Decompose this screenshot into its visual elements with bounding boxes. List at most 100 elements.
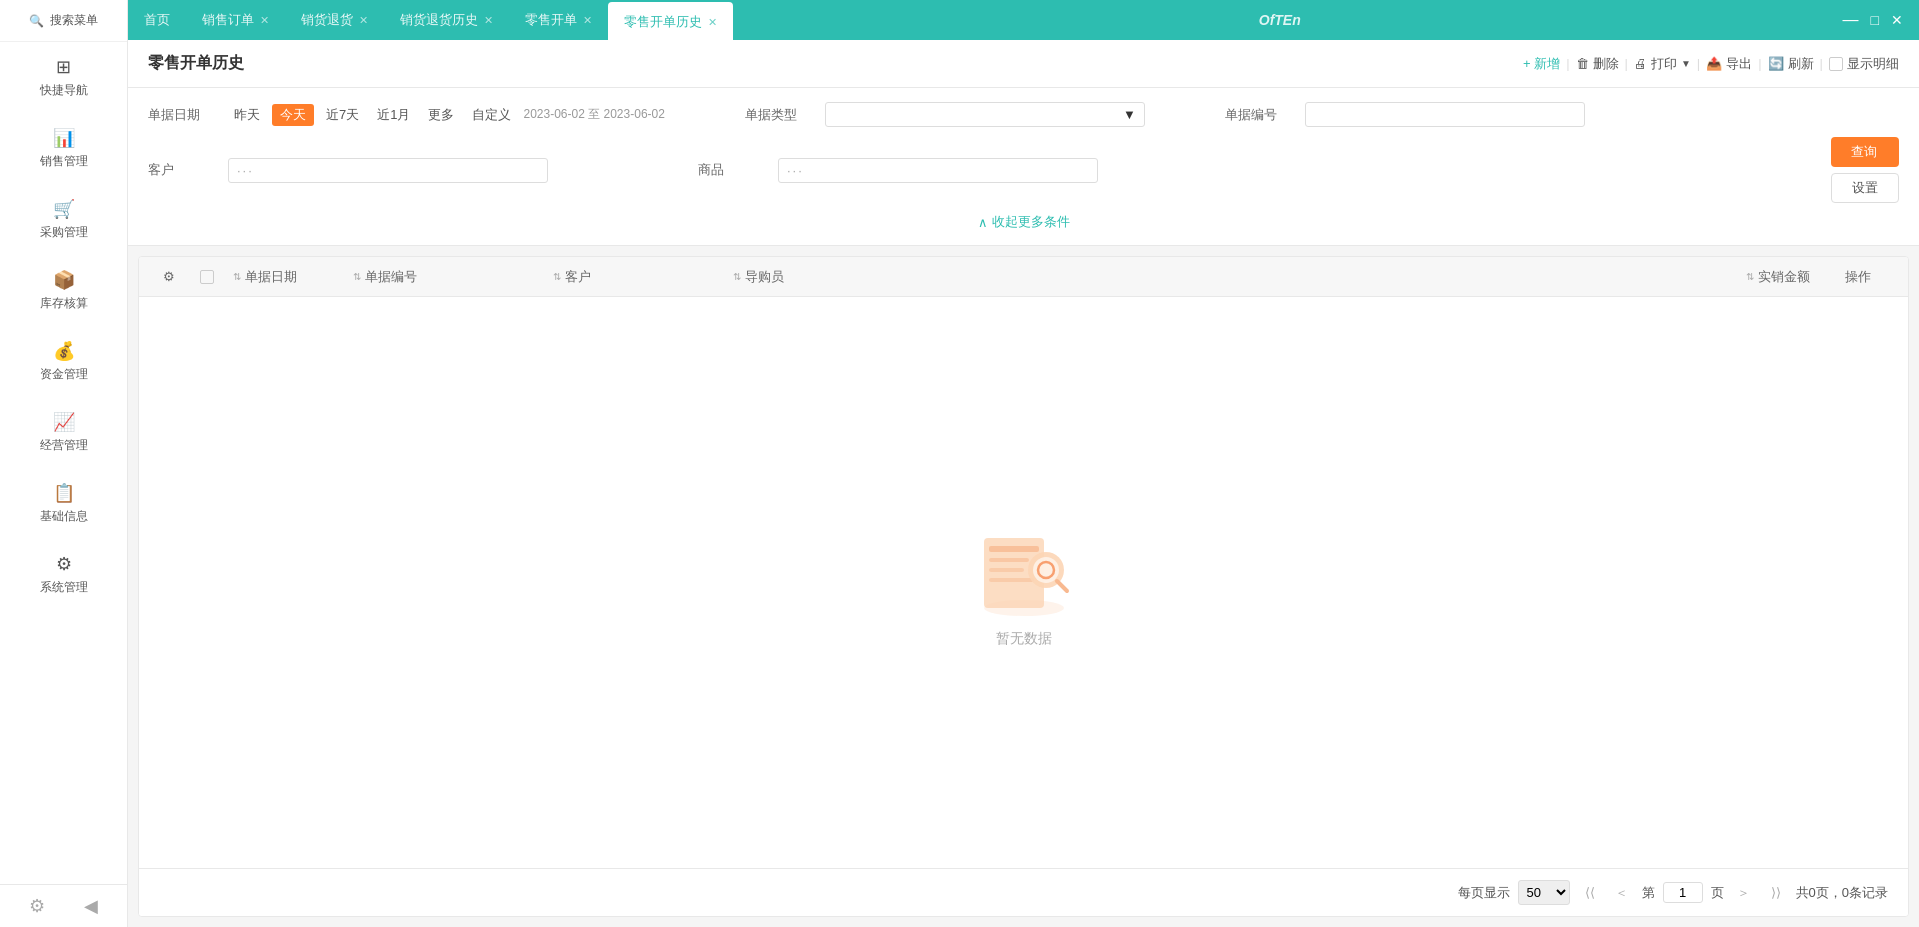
show-detail-toggle[interactable]: 显示明细 bbox=[1829, 55, 1899, 73]
close-button[interactable]: ✕ bbox=[1891, 12, 1903, 28]
doc-no-label: 单据编号 bbox=[1225, 106, 1285, 124]
tabs-bar: 首页 销售订单 ✕ 销货退货 ✕ 销货退货历史 ✕ 零售开单 ✕ 零售开单历史 … bbox=[128, 0, 1919, 40]
svg-rect-4 bbox=[989, 568, 1024, 572]
export-button[interactable]: 📤 导出 bbox=[1706, 55, 1752, 73]
settings-button[interactable]: 设置 bbox=[1831, 173, 1899, 203]
date-opt-last7[interactable]: 近7天 bbox=[320, 104, 365, 126]
per-page-label: 每页显示 bbox=[1458, 884, 1510, 902]
settings-bottom-icon[interactable]: ⚙ bbox=[29, 895, 45, 917]
th-checkbox[interactable] bbox=[189, 270, 225, 284]
tab-sales-order[interactable]: 销售订单 ✕ bbox=[186, 0, 285, 40]
sidebar-item-inventory[interactable]: 📦 库存核算 bbox=[0, 255, 127, 326]
print-icon: 🖨 bbox=[1634, 56, 1647, 71]
operation-icon: 📈 bbox=[53, 411, 75, 433]
goods-label: 商品 bbox=[698, 161, 758, 179]
data-table: ⚙ ⇅ 单据日期 ⇅ 单据编号 ⇅ 客户 ⇅ bbox=[138, 256, 1909, 917]
empty-text: 暂无数据 bbox=[996, 630, 1052, 648]
maximize-button[interactable]: □ bbox=[1871, 12, 1879, 28]
table-settings-icon[interactable]: ⚙ bbox=[163, 269, 175, 284]
page-suffix: 页 bbox=[1711, 884, 1724, 902]
print-button[interactable]: 🖨 打印 ▼ bbox=[1634, 55, 1691, 73]
first-page-button[interactable]: ⟨⟨ bbox=[1578, 881, 1602, 905]
query-button[interactable]: 查询 bbox=[1831, 137, 1899, 167]
tab-retail-open-history[interactable]: 零售开单历史 ✕ bbox=[608, 2, 733, 42]
last-page-button[interactable]: ⟩⟩ bbox=[1764, 881, 1788, 905]
svg-rect-3 bbox=[989, 558, 1029, 562]
next-page-button[interactable]: ＞ bbox=[1732, 881, 1756, 905]
date-opt-custom[interactable]: 自定义 bbox=[466, 104, 517, 126]
checkbox-show-detail[interactable] bbox=[1829, 57, 1843, 71]
date-opt-yesterday[interactable]: 昨天 bbox=[228, 104, 266, 126]
th-date[interactable]: ⇅ 单据日期 bbox=[225, 268, 345, 286]
tab-home[interactable]: 首页 bbox=[128, 0, 186, 40]
sidebar: 🔍 搜索菜单 ⊞ 快捷导航 📊 销售管理 🛒 采购管理 📦 库存核算 💰 资金管… bbox=[0, 0, 128, 927]
sidebar-item-label: 基础信息 bbox=[40, 508, 88, 525]
doc-type-label: 单据类型 bbox=[745, 106, 805, 124]
tab-sales-return[interactable]: 销货退货 ✕ bbox=[285, 0, 384, 40]
refresh-button[interactable]: 🔄 刷新 bbox=[1768, 55, 1814, 73]
tab-sales-return-history[interactable]: 销货退货历史 ✕ bbox=[384, 0, 509, 40]
per-page-select[interactable]: 50 20 100 bbox=[1518, 880, 1570, 905]
tab-sales-order-close[interactable]: ✕ bbox=[260, 14, 269, 27]
select-all-checkbox[interactable] bbox=[200, 270, 214, 284]
tab-home-label: 首页 bbox=[144, 11, 170, 29]
doc-no-input[interactable] bbox=[1305, 102, 1585, 127]
tab-retail-open[interactable]: 零售开单 ✕ bbox=[509, 0, 608, 40]
goods-select[interactable]: ··· bbox=[778, 158, 1098, 183]
sort-icon: ⇅ bbox=[353, 271, 361, 282]
sort-icon: ⇅ bbox=[553, 271, 561, 282]
delete-button[interactable]: 🗑 删除 bbox=[1576, 55, 1619, 73]
doc-type-select[interactable]: ▼ bbox=[825, 102, 1145, 127]
th-customer[interactable]: ⇅ 客户 bbox=[545, 268, 725, 286]
date-opt-last1month[interactable]: 近1月 bbox=[371, 104, 416, 126]
th-settings[interactable]: ⚙ bbox=[149, 269, 189, 284]
sidebar-item-basic-info[interactable]: 📋 基础信息 bbox=[0, 468, 127, 539]
sidebar-item-label: 资金管理 bbox=[40, 366, 88, 383]
collapse-sidebar-icon[interactable]: ◀ bbox=[84, 895, 98, 917]
query-settings-group: 查询 设置 bbox=[1831, 137, 1899, 203]
inventory-icon: 📦 bbox=[53, 269, 75, 291]
collapse-filter-button[interactable]: ∧ 收起更多条件 bbox=[148, 213, 1899, 231]
add-button[interactable]: + 新增 bbox=[1523, 55, 1560, 73]
th-no[interactable]: ⇅ 单据编号 bbox=[345, 268, 545, 286]
sys-icon: ⚙ bbox=[56, 553, 72, 575]
main-area: 首页 销售订单 ✕ 销货退货 ✕ 销货退货历史 ✕ 零售开单 ✕ 零售开单历史 … bbox=[128, 0, 1919, 927]
prev-page-button[interactable]: ＜ bbox=[1610, 881, 1634, 905]
th-amount[interactable]: ⇅ 实销金额 bbox=[1698, 268, 1818, 286]
svg-line-8 bbox=[1057, 581, 1067, 591]
tab-sales-return-history-close[interactable]: ✕ bbox=[484, 14, 493, 27]
sidebar-item-label: 经营管理 bbox=[40, 437, 88, 454]
tab-sales-return-close[interactable]: ✕ bbox=[359, 14, 368, 27]
page-number-input[interactable]: 1 bbox=[1663, 882, 1703, 903]
sidebar-search[interactable]: 🔍 搜索菜单 bbox=[0, 0, 127, 42]
empty-state: 暂无数据 bbox=[139, 297, 1908, 868]
basic-info-icon: 📋 bbox=[53, 482, 75, 504]
sidebar-item-operation[interactable]: 📈 经营管理 bbox=[0, 397, 127, 468]
customer-dots: ··· bbox=[237, 163, 254, 178]
brand-label: OfTEn bbox=[1259, 12, 1301, 28]
table-header: ⚙ ⇅ 单据日期 ⇅ 单据编号 ⇅ 客户 ⇅ bbox=[139, 257, 1908, 297]
tab-sales-return-label: 销货退货 bbox=[301, 11, 353, 29]
filter-row-1: 单据日期 昨天 今天 近7天 近1月 更多 自定义 2023-06-02 至 2… bbox=[148, 102, 1899, 127]
customer-select[interactable]: ··· bbox=[228, 158, 548, 183]
date-opt-more[interactable]: 更多 bbox=[422, 104, 460, 126]
sidebar-item-sys-mgmt[interactable]: ⚙ 系统管理 bbox=[0, 539, 127, 610]
minimize-button[interactable]: — bbox=[1843, 11, 1859, 29]
sales-icon: 📊 bbox=[53, 127, 75, 149]
tab-retail-open-close[interactable]: ✕ bbox=[583, 14, 592, 27]
refresh-icon: 🔄 bbox=[1768, 56, 1784, 71]
sidebar-item-sales-mgmt[interactable]: 📊 销售管理 bbox=[0, 113, 127, 184]
date-options: 昨天 今天 近7天 近1月 更多 自定义 2023-06-02 至 2023-0… bbox=[228, 104, 665, 126]
page-label: 第 bbox=[1642, 884, 1655, 902]
sidebar-item-quick-nav[interactable]: ⊞ 快捷导航 bbox=[0, 42, 127, 113]
date-opt-today[interactable]: 今天 bbox=[272, 104, 314, 126]
empty-illustration bbox=[964, 518, 1084, 618]
sidebar-item-finance[interactable]: 💰 资金管理 bbox=[0, 326, 127, 397]
sidebar-item-purchase-mgmt[interactable]: 🛒 采购管理 bbox=[0, 184, 127, 255]
sidebar-item-label: 快捷导航 bbox=[40, 82, 88, 99]
th-salesman[interactable]: ⇅ 导购员 bbox=[725, 268, 1698, 286]
dropdown-icon: ▼ bbox=[1123, 107, 1136, 122]
sidebar-bottom: ⚙ ◀ bbox=[0, 884, 127, 927]
tab-retail-open-history-close[interactable]: ✕ bbox=[708, 16, 717, 29]
quick-nav-icon: ⊞ bbox=[56, 56, 71, 78]
